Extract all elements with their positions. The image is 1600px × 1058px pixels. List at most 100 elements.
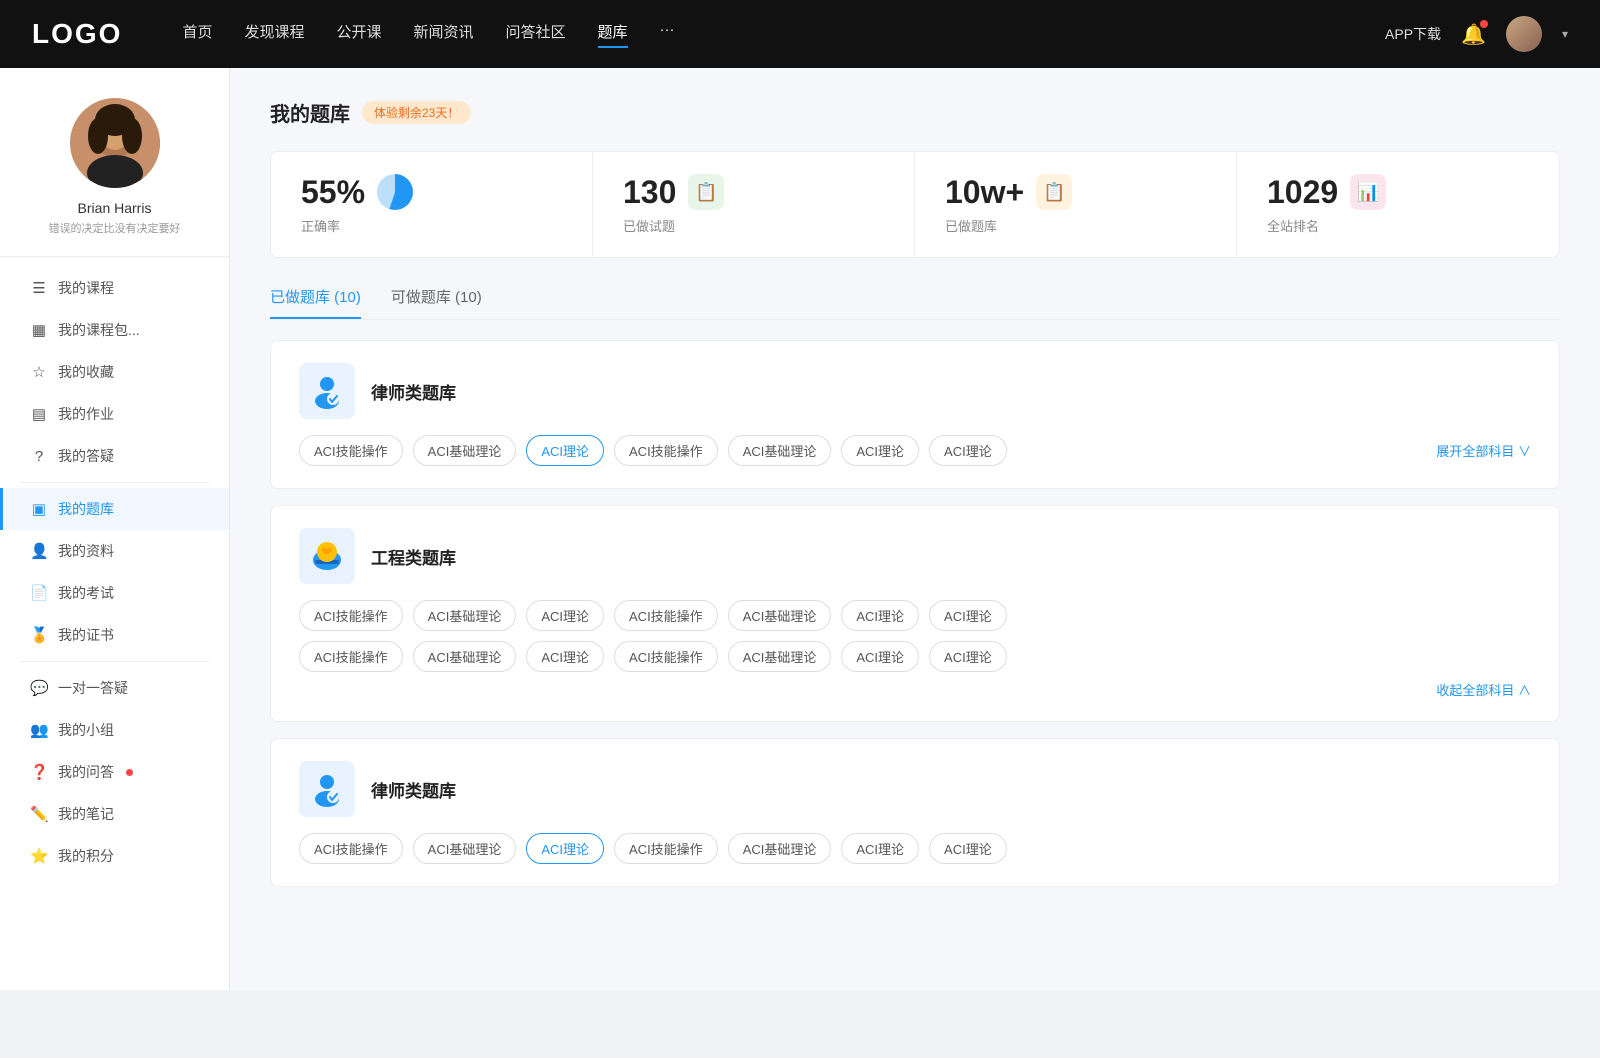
bank-card-1: 律师类题库 ACI技能操作 ACI基础理论 ACI理论 ACI技能操作 ACI基…: [270, 340, 1560, 489]
nav-discover[interactable]: 发现课程: [244, 21, 304, 48]
bank-3-tag-0[interactable]: ACI技能操作: [299, 833, 403, 864]
bank-3-tag-4[interactable]: ACI基础理论: [728, 833, 832, 864]
bank-1-tag-1[interactable]: ACI基础理论: [413, 435, 517, 466]
bank-2-tag2-6[interactable]: ACI理论: [929, 641, 1007, 672]
bank-2-tag2-4[interactable]: ACI基础理论: [728, 641, 832, 672]
sidebar-item-homework[interactable]: ▤ 我的作业: [0, 393, 229, 435]
sidebar-item-tutor[interactable]: 💬 一对一答疑: [0, 667, 229, 709]
bank-card-3: 律师类题库 ACI技能操作 ACI基础理论 ACI理论 ACI技能操作 ACI基…: [270, 738, 1560, 887]
bank-3-tag-6[interactable]: ACI理论: [929, 833, 1007, 864]
my-questions-badge: [126, 769, 133, 776]
bank-1-tag-3[interactable]: ACI技能操作: [614, 435, 718, 466]
bank-2-collapse[interactable]: 收起全部科目 ∧: [299, 680, 1531, 699]
sidebar-divider-2: [20, 661, 209, 662]
bank-1-tag-6[interactable]: ACI理论: [929, 435, 1007, 466]
nav-news[interactable]: 新闻资讯: [414, 21, 474, 48]
stat-done-questions-top: 130 📋: [623, 174, 884, 210]
bank-2-tag2-3[interactable]: ACI技能操作: [614, 641, 718, 672]
sidebar-item-notes[interactable]: ✏️ 我的笔记: [0, 793, 229, 835]
sidebar-item-my-questions[interactable]: ❓ 我的问答: [0, 751, 229, 793]
stat-done-questions-value: 130: [623, 176, 676, 208]
nav-question-bank[interactable]: 题库: [598, 21, 628, 48]
bank-2-tag2-1[interactable]: ACI基础理论: [413, 641, 517, 672]
bank-1-tag-5[interactable]: ACI理论: [841, 435, 919, 466]
sidebar-item-question-bank[interactable]: ▣ 我的题库: [0, 488, 229, 530]
stat-done-questions-label: 已做试题: [623, 216, 884, 235]
bank-2-tag-6[interactable]: ACI理论: [929, 600, 1007, 631]
sidebar-user-name: Brian Harris: [78, 200, 152, 216]
group-icon: 👥: [30, 721, 48, 739]
sidebar-item-courses[interactable]: ☰ 我的课程: [0, 267, 229, 309]
avatar-image: [1506, 16, 1542, 52]
bank-1-title: 律师类题库: [371, 379, 456, 404]
bank-3-tag-5[interactable]: ACI理论: [841, 833, 919, 864]
engineer-icon-svg: [309, 538, 345, 574]
bank-3-tag-3[interactable]: ACI技能操作: [614, 833, 718, 864]
layout: Brian Harris 错误的决定比没有决定要好 ☰ 我的课程 ▦ 我的课程包…: [0, 68, 1600, 990]
qa-icon: ?: [30, 448, 48, 465]
stat-done-banks-top: 10w+ 📋: [945, 174, 1206, 210]
sidebar-item-exam[interactable]: 📄 我的考试: [0, 572, 229, 614]
tab-available-banks[interactable]: 可做题库 (10): [391, 286, 482, 319]
avatar[interactable]: [1506, 16, 1542, 52]
bank-2-tag2-2[interactable]: ACI理论: [526, 641, 604, 672]
bank-3-icon: [299, 761, 355, 817]
nav-qa[interactable]: 问答社区: [506, 21, 566, 48]
notification-bell[interactable]: 🔔: [1461, 22, 1486, 47]
stats-row: 55% 正确率 130 📋 已做试题 10w+ 📋 已做题库: [270, 151, 1560, 258]
avatar-chevron-icon[interactable]: ▾: [1562, 27, 1568, 41]
sidebar-item-course-packages[interactable]: ▦ 我的课程包...: [0, 309, 229, 351]
bank-card-1-header: 律师类题库: [299, 363, 1531, 419]
bank-2-tag-3[interactable]: ACI技能操作: [614, 600, 718, 631]
sidebar-item-course-packages-label: 我的课程包...: [58, 320, 140, 340]
bank-2-icon: [299, 528, 355, 584]
nav-open-course[interactable]: 公开课: [336, 21, 381, 48]
bank-2-tag2-0[interactable]: ACI技能操作: [299, 641, 403, 672]
bank-3-tag-2[interactable]: ACI理论: [526, 833, 604, 864]
bank-1-tag-2[interactable]: ACI理论: [526, 435, 604, 466]
bank-1-tag-4[interactable]: ACI基础理论: [728, 435, 832, 466]
bank-1-tag-0[interactable]: ACI技能操作: [299, 435, 403, 466]
sidebar-item-profile[interactable]: 👤 我的资料: [0, 530, 229, 572]
bank-card-2: 工程类题库 ACI技能操作 ACI基础理论 ACI理论 ACI技能操作 ACI基…: [270, 505, 1560, 722]
bank-2-tag-0[interactable]: ACI技能操作: [299, 600, 403, 631]
bank-3-tag-1[interactable]: ACI基础理论: [413, 833, 517, 864]
sidebar-item-certificate-label: 我的证书: [58, 625, 114, 645]
app-download-button[interactable]: APP下载: [1385, 24, 1441, 44]
stat-accuracy-top: 55%: [301, 174, 562, 210]
bank-2-tag-2[interactable]: ACI理论: [526, 600, 604, 631]
stat-done-banks-value: 10w+: [945, 176, 1024, 208]
sidebar-item-qa[interactable]: ? 我的答疑: [0, 435, 229, 477]
sidebar-item-favorites[interactable]: ☆ 我的收藏: [0, 351, 229, 393]
nav-menu: 首页 发现课程 公开课 新闻资讯 问答社区 题库 ···: [182, 21, 1385, 48]
bank-3-tags: ACI技能操作 ACI基础理论 ACI理论 ACI技能操作 ACI基础理论 AC…: [299, 833, 1531, 864]
my-questions-icon: ❓: [30, 763, 48, 781]
sidebar-item-certificate[interactable]: 🏅 我的证书: [0, 614, 229, 656]
tab-done-banks[interactable]: 已做题库 (10): [270, 286, 361, 319]
bank-2-tag2-5[interactable]: ACI理论: [841, 641, 919, 672]
bank-2-tag-5[interactable]: ACI理论: [841, 600, 919, 631]
logo: LOGO: [32, 18, 122, 50]
main-content: 我的题库 体验剩余23天！ 55% 正确率 130 📋 已做试题: [230, 68, 1600, 990]
nav-more[interactable]: ···: [660, 21, 675, 48]
bank-2-tag-1[interactable]: ACI基础理论: [413, 600, 517, 631]
nav-home[interactable]: 首页: [182, 21, 212, 48]
accuracy-pie-icon: [377, 174, 413, 210]
favorites-icon: ☆: [30, 363, 48, 381]
notification-dot: [1480, 20, 1488, 28]
bank-2-tag-4[interactable]: ACI基础理论: [728, 600, 832, 631]
stat-ranking: 1029 📊 全站排名: [1237, 152, 1559, 257]
sidebar-item-favorites-label: 我的收藏: [58, 362, 114, 382]
sidebar-item-profile-label: 我的资料: [58, 541, 114, 561]
course-packages-icon: ▦: [30, 321, 48, 339]
sidebar-item-group[interactable]: 👥 我的小组: [0, 709, 229, 751]
stat-ranking-top: 1029 📊: [1267, 174, 1529, 210]
bank-1-expand[interactable]: 展开全部科目 ∨: [1436, 441, 1531, 460]
sidebar-item-points[interactable]: ⭐ 我的积分: [0, 835, 229, 877]
profile-icon: 👤: [30, 542, 48, 560]
bank-tabs: 已做题库 (10) 可做题库 (10): [270, 286, 1560, 320]
exam-icon: 📄: [30, 584, 48, 602]
question-bank-icon: ▣: [30, 500, 48, 518]
avatar-svg: [70, 98, 160, 188]
stat-ranking-label: 全站排名: [1267, 216, 1529, 235]
